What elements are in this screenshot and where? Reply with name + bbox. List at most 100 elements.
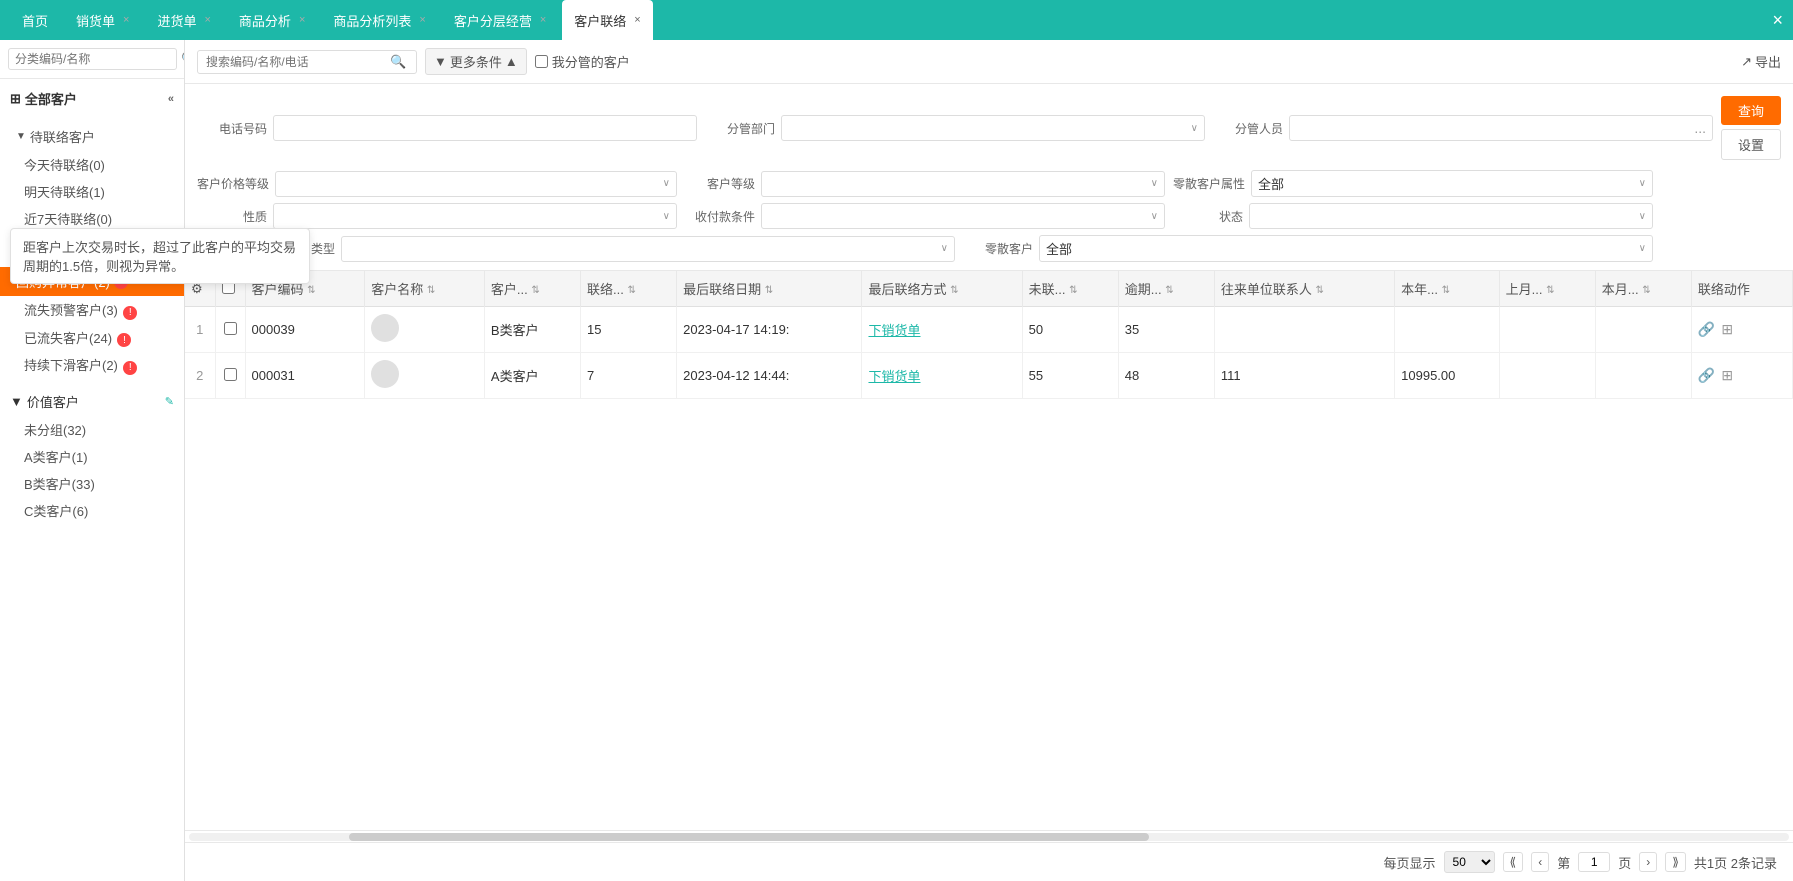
last-contact-method: 下销货单: [862, 353, 1022, 399]
payment-select[interactable]: ∨: [761, 203, 1165, 229]
sidebar-item-lost[interactable]: 已流失客户(24) !: [0, 324, 184, 352]
sidebar: 🔍 ⊞ 全部客户 « ▼ 待联络客户 今天待联络(0) 明天待联络(1) 近7天…: [0, 40, 185, 881]
nav-customer-layered[interactable]: 客户分层经营 ×: [442, 0, 558, 40]
per-page-select[interactable]: 50 20 100: [1444, 851, 1495, 873]
table-row: 2 000031 A类客户 7 2023-04-12 14:44: 下销货单: [185, 353, 1793, 399]
settings-button[interactable]: 设置: [1721, 129, 1781, 160]
chevron-down-icon: ∨: [1639, 211, 1646, 222]
link-icon[interactable]: 🔗: [1698, 321, 1715, 338]
th-unlisted[interactable]: 未联... ⇅: [1022, 271, 1118, 307]
search-input[interactable]: [206, 55, 386, 69]
nav-customer-contact[interactable]: 客户联络 ×: [562, 0, 652, 40]
last-contact-method: 下销货单: [862, 307, 1022, 353]
row-checkbox-cell: [215, 307, 245, 353]
sidebar-all-customers-header[interactable]: ⊞ 全部客户 «: [0, 83, 184, 114]
sidebar-item-ungrouped[interactable]: 未分组(32): [0, 416, 184, 443]
qr-icon[interactable]: ⊞: [1721, 367, 1733, 384]
scroll-thumb[interactable]: [349, 833, 1149, 841]
window-close-button[interactable]: ×: [1772, 10, 1783, 31]
filter-panel: 电话号码 分管部门 ∨ 分管人员 ...: [185, 84, 1793, 271]
retail-customer-select[interactable]: 全部 ∨: [1039, 235, 1653, 262]
export-button[interactable]: ↗ 导出: [1741, 52, 1781, 71]
nav-product-analysis[interactable]: 商品分析 ×: [227, 0, 317, 40]
th-contacts[interactable]: 往来单位联系人 ⇅: [1214, 271, 1394, 307]
close-icon[interactable]: ×: [634, 14, 640, 26]
my-customers-checkbox[interactable]: [535, 55, 548, 68]
search-icon[interactable]: 🔍: [390, 54, 406, 70]
horizontal-scrollbar[interactable]: [185, 830, 1793, 842]
customer-level-select[interactable]: ∨: [761, 171, 1165, 197]
row-checkbox[interactable]: [224, 368, 237, 381]
last-month-amount: [1499, 353, 1595, 399]
status-select[interactable]: ∨: [1249, 203, 1653, 229]
sidebar-search-input[interactable]: [8, 48, 177, 70]
nav-purchase[interactable]: 进货单 ×: [145, 0, 222, 40]
method-link[interactable]: 下销货单: [868, 323, 920, 338]
close-icon[interactable]: ×: [419, 14, 425, 26]
collapse-icon[interactable]: «: [168, 93, 174, 105]
th-customer-type[interactable]: 客户... ⇅: [484, 271, 580, 307]
th-this-month[interactable]: 本月... ⇅: [1595, 271, 1691, 307]
avatar: [371, 314, 399, 342]
nav-sales-order[interactable]: 销货单 ×: [64, 0, 141, 40]
sidebar-item-class-a[interactable]: A类客户(1): [0, 443, 184, 470]
gender-select[interactable]: ∨: [273, 203, 677, 229]
close-icon[interactable]: ×: [540, 14, 546, 26]
retail-attr-select[interactable]: 全部 ∨: [1251, 170, 1653, 197]
last-contact-date: 2023-04-12 14:44:: [677, 353, 862, 399]
th-overdue[interactable]: 逾期... ⇅: [1118, 271, 1214, 307]
phone-input[interactable]: [273, 115, 697, 141]
sidebar-item-class-b[interactable]: B类客户(33): [0, 470, 184, 497]
action-cell: 🔗 ⊞: [1691, 307, 1792, 353]
method-link[interactable]: 下销货单: [868, 369, 920, 384]
chevron-down-icon: ∨: [1151, 211, 1158, 222]
th-contact-count[interactable]: 联络... ⇅: [581, 271, 677, 307]
sidebar-item-tomorrow[interactable]: 明天待联络(1): [0, 178, 184, 205]
edit-icon[interactable]: ✎: [165, 395, 174, 408]
nav-home[interactable]: 首页: [10, 0, 60, 40]
action-icons: 🔗 ⊞: [1698, 321, 1786, 338]
person-select[interactable]: ...: [1289, 115, 1713, 141]
chevron-down-icon: ∨: [1151, 178, 1158, 189]
sort-icon: ⇅: [307, 285, 315, 296]
nav-product-analysis-list[interactable]: 商品分析列表 ×: [321, 0, 437, 40]
sidebar-item-class-c[interactable]: C类客户(6): [0, 497, 184, 524]
filter-icon: ▼: [434, 54, 447, 69]
triangle-down-icon: ▼: [10, 394, 23, 409]
qr-icon[interactable]: ⊞: [1721, 321, 1733, 338]
sidebar-pending-group[interactable]: ▼ 待联络客户: [0, 122, 184, 151]
dots-icon[interactable]: ...: [1694, 120, 1706, 136]
sidebar-item-today[interactable]: 今天待联络(0): [0, 151, 184, 178]
th-last-contact-method[interactable]: 最后联络方式 ⇅: [862, 271, 1022, 307]
customer-type-select[interactable]: ∨: [341, 236, 955, 262]
sidebar-item-declining[interactable]: 持续下滑客户(2) !: [0, 351, 184, 379]
prev-page-button[interactable]: ‹: [1531, 852, 1549, 872]
th-last-contact-date[interactable]: 最后联络日期 ⇅: [677, 271, 862, 307]
chevron-down-icon: ∨: [1639, 178, 1646, 189]
th-last-month[interactable]: 上月... ⇅: [1499, 271, 1595, 307]
row-checkbox[interactable]: [224, 322, 237, 335]
dept-select[interactable]: ∨: [781, 115, 1205, 141]
page-number-input[interactable]: [1578, 852, 1610, 872]
price-level-select[interactable]: ∨: [275, 171, 677, 197]
top-navigation: 首页 销货单 × 进货单 × 商品分析 × 商品分析列表 × 客户分层经营 × …: [0, 0, 1793, 40]
sidebar-value-header[interactable]: ▼ 价值客户 ✎: [0, 387, 184, 416]
customer-type-cell: B类客户: [484, 307, 580, 353]
more-conditions-button[interactable]: ▼ 更多条件 ▲: [425, 48, 527, 75]
first-page-button[interactable]: ⟪: [1503, 852, 1524, 872]
th-year-amount[interactable]: 本年... ⇅: [1395, 271, 1499, 307]
link-icon[interactable]: 🔗: [1698, 367, 1715, 384]
close-icon[interactable]: ×: [299, 14, 305, 26]
table-body: 1 000039 B类客户 15 2023-04-17 14:19: 下销货单: [185, 307, 1793, 399]
close-icon[interactable]: ×: [123, 14, 129, 26]
action-buttons: 查询 设置: [1721, 92, 1781, 164]
customer-name: [365, 353, 485, 399]
content-area: 🔍 ▼ 更多条件 ▲ 我分管的客户 ↗ 导出 电话号码: [185, 40, 1793, 881]
th-name[interactable]: 客户名称 ⇅: [365, 271, 485, 307]
sidebar-item-lost-warning[interactable]: 流失预警客户(3) !: [0, 296, 184, 324]
next-page-button[interactable]: ›: [1639, 852, 1657, 872]
close-icon[interactable]: ×: [204, 14, 210, 26]
last-page-button[interactable]: ⟫: [1665, 852, 1686, 872]
my-customers-filter: 我分管的客户: [535, 52, 630, 71]
query-button[interactable]: 查询: [1721, 96, 1781, 125]
